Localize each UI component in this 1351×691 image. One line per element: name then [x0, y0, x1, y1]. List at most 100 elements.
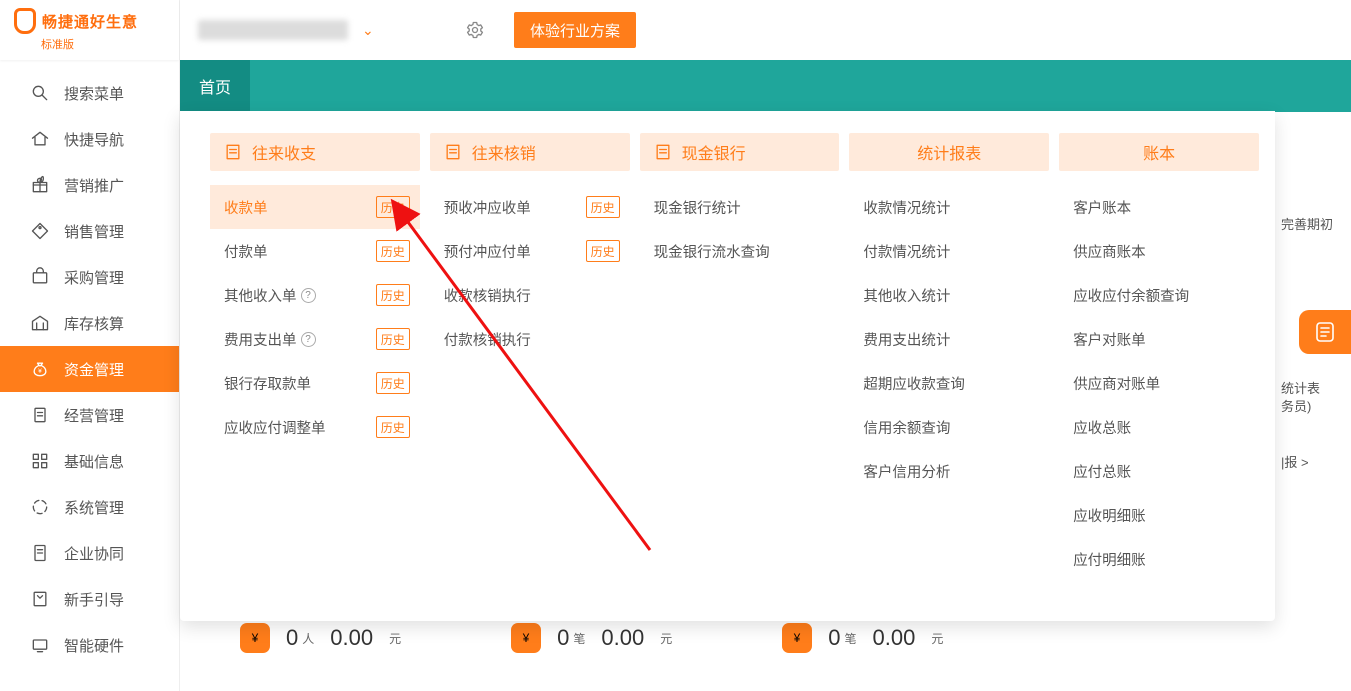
history-link[interactable]: 历史: [376, 372, 410, 394]
mega-item-1-2[interactable]: 收款核销执行: [430, 273, 630, 317]
mega-item-label: 预付冲应付单: [444, 241, 586, 262]
history-link[interactable]: 历史: [376, 196, 410, 218]
mega-item-4-3[interactable]: 客户对账单: [1059, 317, 1259, 361]
sidebar-item-label: 新手引导: [64, 589, 124, 610]
sidebar-item-label: 搜索菜单: [64, 83, 124, 104]
floating-action-icon[interactable]: [1299, 310, 1351, 354]
try-industry-button[interactable]: 体验行业方案: [514, 12, 636, 48]
mega-item-0-1[interactable]: 付款单历史: [210, 229, 420, 273]
mega-item-label: 应付总账: [1073, 461, 1249, 482]
mega-item-label: 信用余额查询: [863, 417, 1039, 438]
mega-item-4-1[interactable]: 供应商账本: [1059, 229, 1259, 273]
sidebar-item-8[interactable]: 基础信息: [0, 438, 179, 484]
gear-icon[interactable]: [458, 20, 492, 40]
mega-column-1: 往来核销预收冲应收单历史预付冲应付单历史收款核销执行付款核销执行: [430, 133, 630, 611]
mega-item-label: 付款核销执行: [444, 329, 620, 350]
mega-column-0: 往来收支收款单历史付款单历史其他收入单?历史费用支出单?历史银行存取款单历史应收…: [210, 133, 420, 611]
doc-icon: [30, 543, 50, 563]
sidebar-item-9[interactable]: 系统管理: [0, 484, 179, 530]
kpi-count-unit: 笔: [573, 630, 585, 647]
guide-icon: [30, 589, 50, 609]
mega-item-3-1[interactable]: 付款情况统计: [849, 229, 1049, 273]
help-icon[interactable]: ?: [301, 332, 316, 347]
mega-item-0-4[interactable]: 银行存取款单历史: [210, 361, 420, 405]
mega-item-4-7[interactable]: 应收明细账: [1059, 493, 1259, 537]
mega-item-label: 预收冲应收单: [444, 197, 586, 218]
history-link[interactable]: 历史: [376, 284, 410, 306]
sidebar-item-6[interactable]: ¥资金管理: [0, 346, 179, 392]
history-link[interactable]: 历史: [376, 240, 410, 262]
mega-item-0-5[interactable]: 应收应付调整单历史: [210, 405, 420, 449]
yen-icon: ¥: [511, 623, 541, 653]
mega-item-label: 收款情况统计: [863, 197, 1039, 218]
history-link[interactable]: 历史: [376, 328, 410, 350]
mega-item-4-2[interactable]: 应收应付余额查询: [1059, 273, 1259, 317]
mega-item-label: 应收应付余额查询: [1073, 285, 1249, 306]
funds-mega-menu: 往来收支收款单历史付款单历史其他收入单?历史费用支出单?历史银行存取款单历史应收…: [180, 111, 1275, 621]
svg-text:¥: ¥: [793, 632, 801, 645]
tenant-select[interactable]: ⌄: [198, 20, 458, 40]
mega-item-3-6[interactable]: 客户信用分析: [849, 449, 1049, 493]
sidebar-item-label: 经营管理: [64, 405, 124, 426]
kpi-count: 0: [286, 625, 298, 651]
mega-item-4-5[interactable]: 应收总账: [1059, 405, 1259, 449]
sidebar-item-1[interactable]: 快捷导航: [0, 116, 179, 162]
money-bag-icon: ¥: [30, 359, 50, 379]
mega-item-label: 应收总账: [1073, 417, 1249, 438]
mega-column-title: 往来核销: [472, 140, 536, 164]
mega-item-label: 收款单: [224, 197, 376, 218]
receipt-icon: [218, 142, 248, 162]
mega-item-4-0[interactable]: 客户账本: [1059, 185, 1259, 229]
svg-text:¥: ¥: [522, 632, 530, 645]
mega-item-3-2[interactable]: 其他收入统计: [849, 273, 1049, 317]
mega-item-4-8[interactable]: 应付明细账: [1059, 537, 1259, 581]
history-link[interactable]: 历史: [586, 196, 620, 218]
kpi-amount-unit: 元: [389, 630, 401, 647]
help-icon[interactable]: ?: [301, 288, 316, 303]
sidebar-item-3[interactable]: 销售管理: [0, 208, 179, 254]
mega-item-label: 其他收入统计: [863, 285, 1039, 306]
tab-home[interactable]: 首页: [180, 60, 250, 112]
sidebar-item-0[interactable]: 搜索菜单: [0, 70, 179, 116]
mega-item-3-4[interactable]: 超期应收款查询: [849, 361, 1049, 405]
mega-item-1-1[interactable]: 预付冲应付单历史: [430, 229, 630, 273]
sidebar-item-11[interactable]: 新手引导: [0, 576, 179, 622]
sidebar-item-label: 库存核算: [64, 313, 124, 334]
sidebar-item-2[interactable]: 营销推广: [0, 162, 179, 208]
mega-item-0-2[interactable]: 其他收入单?历史: [210, 273, 420, 317]
mega-item-label: 应收明细账: [1073, 505, 1249, 526]
mega-item-2-1[interactable]: 现金银行流水查询: [640, 229, 840, 273]
mega-item-1-3[interactable]: 付款核销执行: [430, 317, 630, 361]
mega-item-3-0[interactable]: 收款情况统计: [849, 185, 1049, 229]
mega-item-3-5[interactable]: 信用余额查询: [849, 405, 1049, 449]
sidebar-item-label: 智能硬件: [64, 635, 124, 656]
mega-item-4-4[interactable]: 供应商对账单: [1059, 361, 1259, 405]
gift-icon: [30, 175, 50, 195]
history-link[interactable]: 历史: [376, 416, 410, 438]
mega-item-0-0[interactable]: 收款单历史: [210, 185, 420, 229]
mega-item-label: 应付明细账: [1073, 549, 1249, 570]
sidebar-item-7[interactable]: 经营管理: [0, 392, 179, 438]
kpi-count: 0: [557, 625, 569, 651]
mega-column-4: 账本客户账本供应商账本应收应付余额查询客户对账单供应商对账单应收总账应付总账应收…: [1059, 133, 1259, 611]
yen-icon: ¥: [782, 623, 812, 653]
mega-item-2-0[interactable]: 现金银行统计: [640, 185, 840, 229]
mega-item-label: 客户账本: [1073, 197, 1249, 218]
mega-item-4-6[interactable]: 应付总账: [1059, 449, 1259, 493]
sidebar-item-10[interactable]: 企业协同: [0, 530, 179, 576]
kpi-count-unit: 笔: [844, 630, 856, 647]
mega-item-0-3[interactable]: 费用支出单?历史: [210, 317, 420, 361]
kpi-count-unit: 人: [302, 630, 314, 647]
yen-icon: ¥: [240, 623, 270, 653]
sidebar-item-12[interactable]: 智能硬件: [0, 622, 179, 668]
history-link[interactable]: 历史: [586, 240, 620, 262]
mega-item-label: 现金银行流水查询: [654, 241, 830, 262]
chevron-down-icon: ⌄: [362, 22, 374, 39]
sidebar-item-5[interactable]: 库存核算: [0, 300, 179, 346]
brand-name: 畅捷通好生意: [42, 11, 138, 32]
mega-item-1-0[interactable]: 预收冲应收单历史: [430, 185, 630, 229]
mega-column-title: 账本: [1143, 140, 1175, 164]
bg-text-1: 完善期初: [1281, 214, 1351, 233]
sidebar-item-4[interactable]: 采购管理: [0, 254, 179, 300]
mega-item-3-3[interactable]: 费用支出统计: [849, 317, 1049, 361]
